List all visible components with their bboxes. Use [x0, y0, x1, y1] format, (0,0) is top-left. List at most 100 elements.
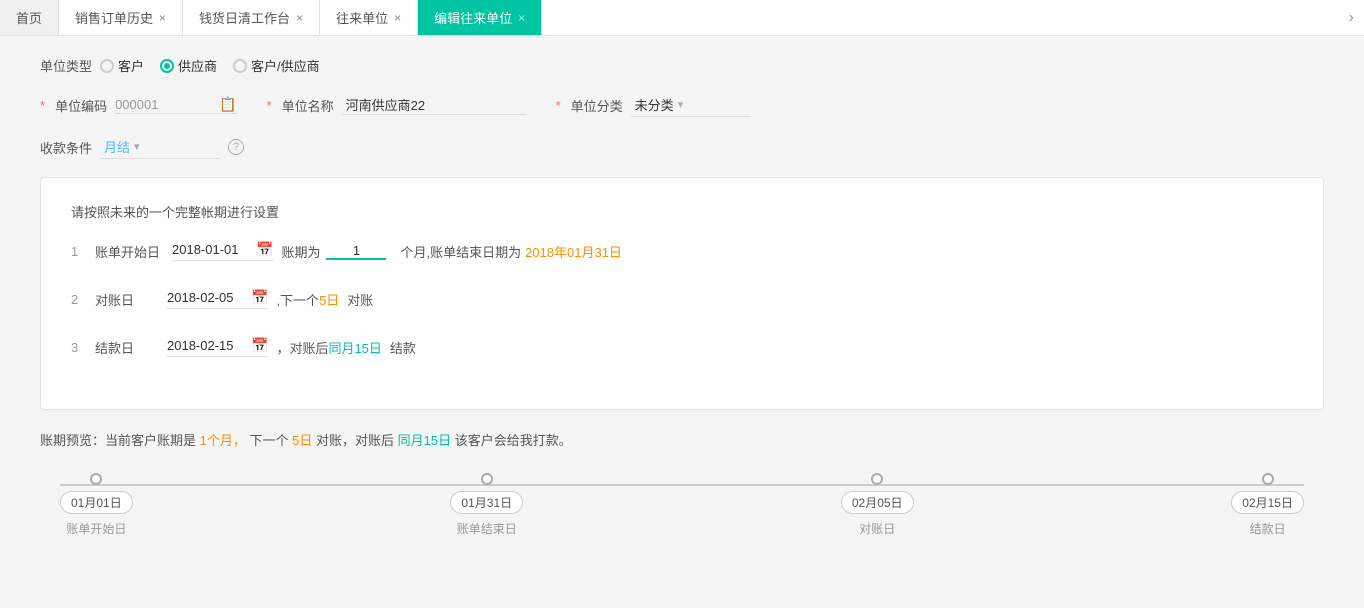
unit-fields-row: * 单位编码 📋 * 单位名称 * 单位分类 未分类 ▾ — [40, 93, 1324, 117]
close-partner-icon[interactable]: × — [394, 11, 401, 25]
row-1-period-unit: 个月,账单结束日期为 — [400, 242, 521, 261]
radio-supplier-label: 供应商 — [178, 56, 217, 75]
payment-terms-item: 收款条件 月结 ▾ ? — [40, 135, 244, 159]
unit-name-item: * 单位名称 — [267, 95, 526, 115]
unit-category-label: 单位分类 — [571, 96, 623, 115]
settings-panel: 请按照未来的一个完整帐期进行设置 1 账单开始日 2018-01-01 📅 账期… — [40, 177, 1324, 410]
row-1-label: 账单开始日 — [95, 242, 160, 261]
preview-orange1: 5日 — [292, 433, 312, 448]
tab-sales-history[interactable]: 销售订单历史 × — [59, 0, 183, 35]
radio-customer-supplier-circle — [233, 59, 247, 73]
timeline-sublabel-2: 账单结束日 — [457, 520, 517, 537]
timeline-sublabel-4: 结款日 — [1250, 520, 1286, 537]
close-cashflow-icon[interactable]: × — [296, 11, 303, 25]
row-3-num: 3 — [71, 340, 95, 355]
timeline-dot-4 — [1262, 473, 1274, 485]
row-3-teal: 同月15日 — [328, 338, 381, 357]
unit-type-radio-group: 客户 供应商 客户/供应商 — [100, 56, 320, 75]
row-1-period-input[interactable] — [326, 243, 386, 260]
timeline-nodes: 01月01日 账单开始日 01月31日 账单结束日 02月05日 对账日 — [60, 473, 1304, 537]
unit-category-value: 未分类 — [635, 95, 674, 114]
tab-cashflow[interactable]: 钱货日清工作台 × — [183, 0, 320, 35]
row-2-num: 2 — [71, 292, 95, 307]
timeline-label-3: 02月05日 — [841, 491, 914, 514]
timeline-dot-1 — [90, 473, 102, 485]
help-icon[interactable]: ? — [228, 139, 244, 155]
preview-part1: 1个月， — [200, 433, 246, 448]
unit-category-item: * 单位分类 未分类 ▾ — [556, 93, 751, 117]
preview-part3: 对账，对账后 — [316, 433, 394, 448]
close-edit-partner-icon[interactable]: × — [518, 11, 525, 25]
close-sales-history-icon[interactable]: × — [159, 11, 166, 25]
preview-label: 账期预览：当前客户账期是 — [40, 433, 196, 448]
unit-code-label: 单位编码 — [55, 96, 107, 115]
row-1-cal-icon[interactable]: 📅 — [256, 241, 273, 258]
timeline-dot-3 — [871, 473, 883, 485]
timeline-sublabel-3: 对账日 — [859, 520, 895, 537]
payment-terms-value: 月结 — [104, 137, 130, 156]
tab-partner[interactable]: 往来单位 × — [320, 0, 418, 35]
timeline-node-3: 02月05日 对账日 — [841, 473, 914, 537]
payment-terms-row: 收款条件 月结 ▾ ? — [40, 135, 1324, 159]
row-2-cal-icon[interactable]: 📅 — [251, 289, 268, 306]
tab-bar: 首页 销售订单历史 × 钱货日清工作台 × 往来单位 × 编辑往来单位 × › — [0, 0, 1364, 36]
row-2-orange: 5日 — [319, 290, 339, 309]
payment-terms-label: 收款条件 — [40, 138, 92, 157]
preview-teal1: 同月15日 — [398, 433, 451, 448]
payment-terms-arrow-icon: ▾ — [134, 140, 140, 153]
tab-cashflow-label: 钱货日清工作台 — [199, 8, 290, 27]
radio-customer-label: 客户 — [118, 56, 144, 75]
payment-terms-select[interactable]: 月结 ▾ — [100, 135, 220, 159]
unit-name-required: * — [267, 98, 272, 113]
row-2-date: 2018-02-05 — [167, 290, 247, 305]
preview-part4: 该客户会给我打款。 — [455, 433, 572, 448]
timeline-label-4: 02月15日 — [1231, 491, 1304, 514]
unit-type-item: 单位类型 客户 供应商 客户/供应商 — [40, 56, 320, 75]
radio-customer-supplier[interactable]: 客户/供应商 — [233, 56, 320, 75]
sidebar-toggle-icon[interactable]: › — [1339, 0, 1364, 35]
radio-customer[interactable]: 客户 — [100, 56, 144, 75]
unit-code-input[interactable] — [115, 97, 215, 112]
timeline-sublabel-1: 账单开始日 — [66, 520, 126, 537]
unit-code-icon[interactable]: 📋 — [219, 96, 236, 113]
row-3-cal-icon[interactable]: 📅 — [251, 337, 268, 354]
unit-category-select[interactable]: 未分类 ▾ — [631, 93, 751, 117]
radio-supplier-circle — [160, 59, 174, 73]
row-2-date-input: 2018-02-05 📅 — [167, 289, 268, 309]
unit-name-label: 单位名称 — [282, 96, 334, 115]
timeline-label-2: 01月31日 — [450, 491, 523, 514]
unit-type-row: 单位类型 客户 供应商 客户/供应商 — [40, 56, 1324, 75]
setting-row-3: 3 结款日 2018-02-15 📅 ，对账后 同月15日 结款 — [71, 337, 1293, 357]
timeline-label-1: 01月01日 — [60, 491, 133, 514]
row-1-period-label: 账期为 — [281, 242, 320, 261]
tab-edit-partner-label: 编辑往来单位 — [434, 8, 512, 27]
radio-supplier[interactable]: 供应商 — [160, 56, 217, 75]
setting-row-2: 2 对账日 2018-02-05 📅 ,下一个 5日 对账 — [71, 289, 1293, 309]
row-1-date-input: 2018-01-01 📅 — [172, 241, 273, 261]
unit-type-label: 单位类型 — [40, 56, 92, 75]
unit-category-arrow-icon: ▾ — [678, 98, 684, 111]
preview-section: 账期预览：当前客户账期是 1个月， 下一个 5日 对账，对账后 同月15日 该客… — [40, 430, 1324, 449]
preview-part2: 下一个 — [250, 433, 289, 448]
unit-name-input[interactable] — [342, 95, 526, 115]
tab-home-label: 首页 — [16, 8, 42, 27]
tab-edit-partner[interactable]: 编辑往来单位 × — [418, 0, 542, 35]
row-2-suffix2: 对账 — [347, 290, 373, 309]
timeline-node-1: 01月01日 账单开始日 — [60, 473, 133, 537]
radio-customer-circle — [100, 59, 114, 73]
row-3-suffix2: 结款 — [390, 338, 416, 357]
row-2-suffix1: ,下一个 — [276, 290, 319, 309]
row-3-label: 结款日 — [95, 338, 155, 357]
tab-sales-history-label: 销售订单历史 — [75, 8, 153, 27]
radio-customer-supplier-label: 客户/供应商 — [251, 56, 320, 75]
timeline-node-2: 01月31日 账单结束日 — [450, 473, 523, 537]
tab-home[interactable]: 首页 — [0, 0, 59, 35]
unit-code-input-wrap: 📋 — [115, 96, 236, 114]
unit-category-required: * — [556, 98, 561, 113]
panel-title: 请按照未来的一个完整帐期进行设置 — [71, 202, 1293, 221]
row-1-period-end: 2018年01月31日 — [525, 242, 622, 261]
timeline-dot-2 — [481, 473, 493, 485]
timeline-node-4: 02月15日 结款日 — [1231, 473, 1304, 537]
row-3-date-input: 2018-02-15 📅 — [167, 337, 268, 357]
row-1-num: 1 — [71, 244, 95, 259]
